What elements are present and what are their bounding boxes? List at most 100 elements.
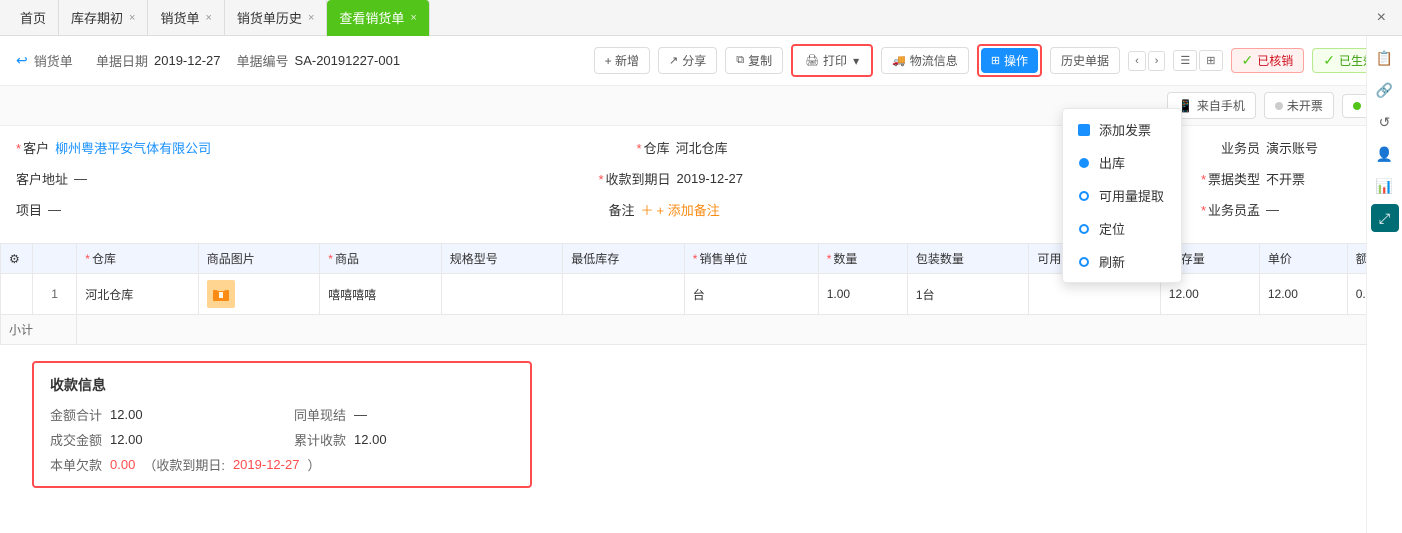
- tab-sales-close[interactable]: ×: [205, 12, 211, 24]
- operate-icon: ⊞: [991, 54, 1000, 67]
- prev-button[interactable]: ‹: [1128, 51, 1146, 71]
- col-product: 商品: [320, 244, 442, 274]
- print-button[interactable]: 🖨 打印 ▾: [795, 48, 869, 73]
- effective-check-icon: ✓: [1323, 52, 1335, 69]
- tab-sales-history-close[interactable]: ×: [308, 12, 314, 24]
- tab-view-sales-close[interactable]: ×: [410, 12, 416, 24]
- row-quantity: 1.00: [818, 274, 907, 315]
- payment-transaction-label: 成交金额: [50, 430, 102, 449]
- doc-number-label: 单据编号: [237, 51, 289, 70]
- col-image: 商品图片: [198, 244, 320, 274]
- col-price: 单价: [1259, 244, 1347, 274]
- sidebar-icon-expand[interactable]: ⤢: [1371, 204, 1399, 232]
- row-gear: [1, 274, 33, 315]
- doc-title: ↩ 销货单: [16, 51, 96, 70]
- subtotal-label: 小计: [1, 315, 77, 345]
- doc-header: ↩ 销货单 单据日期 2019-12-27 单据编号 SA-20191227-0…: [0, 36, 1402, 86]
- dropdown-outbound[interactable]: 出库: [1063, 146, 1181, 179]
- tab-sales[interactable]: 销货单 ×: [148, 0, 224, 36]
- new-button[interactable]: + 新增: [594, 47, 650, 74]
- sidebar-icon-5[interactable]: 📊: [1371, 172, 1399, 200]
- address-label: 客户地址: [16, 169, 68, 188]
- print-dropdown-arrow: ▾: [853, 54, 859, 68]
- payment-section: 收款信息 金额合计 12.00 同单现结 — 成交金额 12.00: [0, 345, 1402, 504]
- payment-transaction-row: 成交金额 12.00: [50, 430, 270, 449]
- payment-same-order-value: —: [354, 407, 367, 422]
- form-section: 客户 柳州粤港平安气体有限公司 仓库 河北仓库 业务员 演示账号 客户地址 —: [0, 126, 1402, 243]
- payment-due-label: 本单欠款: [50, 455, 102, 474]
- staff2-label: 业务员孟: [1201, 200, 1260, 219]
- tab-inventory[interactable]: 库存期初 ×: [59, 0, 148, 36]
- project-value: —: [48, 202, 168, 217]
- add-invoice-icon: [1077, 123, 1091, 137]
- payment-grid: 金额合计 12.00 同单现结 — 成交金额 12.00 累计收款 12.00: [50, 405, 514, 474]
- tab-sales-history[interactable]: 销货单历史 ×: [225, 0, 327, 36]
- sidebar-icon-4[interactable]: 👤: [1371, 140, 1399, 168]
- customer-value[interactable]: 柳州粤港平安气体有限公司: [55, 138, 211, 157]
- copy-button[interactable]: ⧉ 复制: [725, 47, 783, 74]
- note-add-button[interactable]: ＋ + 添加备注: [640, 200, 760, 219]
- product-image: [207, 280, 235, 308]
- row-warehouse: 河北仓库: [77, 274, 199, 315]
- col-unit: 销售单位: [684, 244, 818, 274]
- col-index: [33, 244, 77, 274]
- dropdown-add-invoice[interactable]: 添加发票: [1063, 113, 1181, 146]
- tab-sales-history-label: 销货单历史: [237, 8, 302, 27]
- customer-field: 客户 柳州粤港平安气体有限公司: [16, 138, 211, 157]
- next-button[interactable]: ›: [1148, 51, 1166, 71]
- sold-check-icon: ✓: [1242, 52, 1254, 69]
- share-button[interactable]: ↗ 分享: [658, 47, 717, 74]
- tab-bar: 首页 库存期初 × 销货单 × 销货单历史 × 查看销货单 × ×: [0, 0, 1402, 36]
- refresh-label: 刷新: [1099, 252, 1125, 271]
- operate-button[interactable]: ⊞ 操作: [981, 48, 1038, 73]
- project-label: 项目: [16, 200, 42, 219]
- row-pack-qty: 1台: [907, 274, 1029, 315]
- tab-view-sales[interactable]: 查看销货单 ×: [327, 0, 429, 36]
- outbound-icon: [1077, 156, 1091, 170]
- share-icon: ↗: [669, 54, 678, 67]
- address-field: 客户地址 —: [16, 169, 194, 188]
- row-min-stock: [563, 274, 685, 315]
- list-view-button[interactable]: ☰: [1173, 50, 1197, 71]
- sidebar-icon-1[interactable]: 📋: [1371, 44, 1399, 72]
- row-price: 12.00: [1259, 274, 1347, 315]
- print-icon: 🖨: [805, 54, 819, 67]
- tab-inventory-close[interactable]: ×: [129, 12, 135, 24]
- doc-actions: + 新增 ↗ 分享 ⧉ 复制 🖨 打印 ▾: [594, 44, 1386, 77]
- grid-view-button[interactable]: ⊞: [1199, 50, 1222, 71]
- sold-badge[interactable]: ✓ 已核销: [1231, 48, 1305, 73]
- tab-home[interactable]: 首页: [8, 0, 59, 36]
- open-ticket-button[interactable]: 未开票: [1264, 92, 1334, 119]
- payment-title: 收款信息: [50, 375, 514, 395]
- sidebar-icon-2[interactable]: 🔗: [1371, 76, 1399, 104]
- dropdown-refresh[interactable]: 刷新: [1063, 245, 1181, 278]
- doc-number-value: SA-20191227-001: [295, 53, 401, 68]
- ticket-field: 票据类型 不开票: [1201, 169, 1386, 188]
- doc-title-icon: ↩: [16, 52, 28, 69]
- dropdown-menu: 添加发票 出库 可用量提取 定位: [1062, 108, 1182, 283]
- dropdown-available-qty[interactable]: 可用量提取: [1063, 179, 1181, 212]
- staff2-field: 业务员孟 —: [1201, 200, 1386, 219]
- dropdown-locate[interactable]: 定位: [1063, 212, 1181, 245]
- copy-icon: ⧉: [736, 54, 744, 67]
- subtotal-values: [77, 315, 1402, 345]
- payment-due-note: （收款到期日:: [143, 455, 225, 474]
- row-index: 1: [33, 274, 77, 315]
- operate-highlight: ⊞ 操作: [977, 44, 1042, 77]
- sidebar-icon-3[interactable]: ↺: [1371, 108, 1399, 136]
- tab-view-sales-label: 查看销货单: [339, 8, 404, 27]
- warehouse-value: 河北仓库: [676, 138, 796, 157]
- payment-same-order-label: 同单现结: [294, 405, 346, 424]
- history-button[interactable]: 历史单据: [1050, 47, 1120, 74]
- row-image: [198, 274, 320, 315]
- staff-label: 业务员: [1221, 138, 1260, 157]
- confirm-icon: [1353, 102, 1361, 110]
- payment-accumulated-row: 累计收款 12.00: [294, 430, 514, 449]
- logistics-button[interactable]: 🚚 物流信息: [881, 47, 969, 74]
- app-close-button[interactable]: ×: [1369, 9, 1394, 27]
- right-sidebar: 📋 🔗 ↺ 👤 📊 ⤢: [1366, 36, 1402, 533]
- main-content: ↩ 销货单 单据日期 2019-12-27 单据编号 SA-20191227-0…: [0, 36, 1402, 533]
- payment-due-date: 2019-12-27: [233, 457, 300, 472]
- refresh-icon: [1077, 255, 1091, 269]
- doc-date-value: 2019-12-27: [154, 53, 221, 68]
